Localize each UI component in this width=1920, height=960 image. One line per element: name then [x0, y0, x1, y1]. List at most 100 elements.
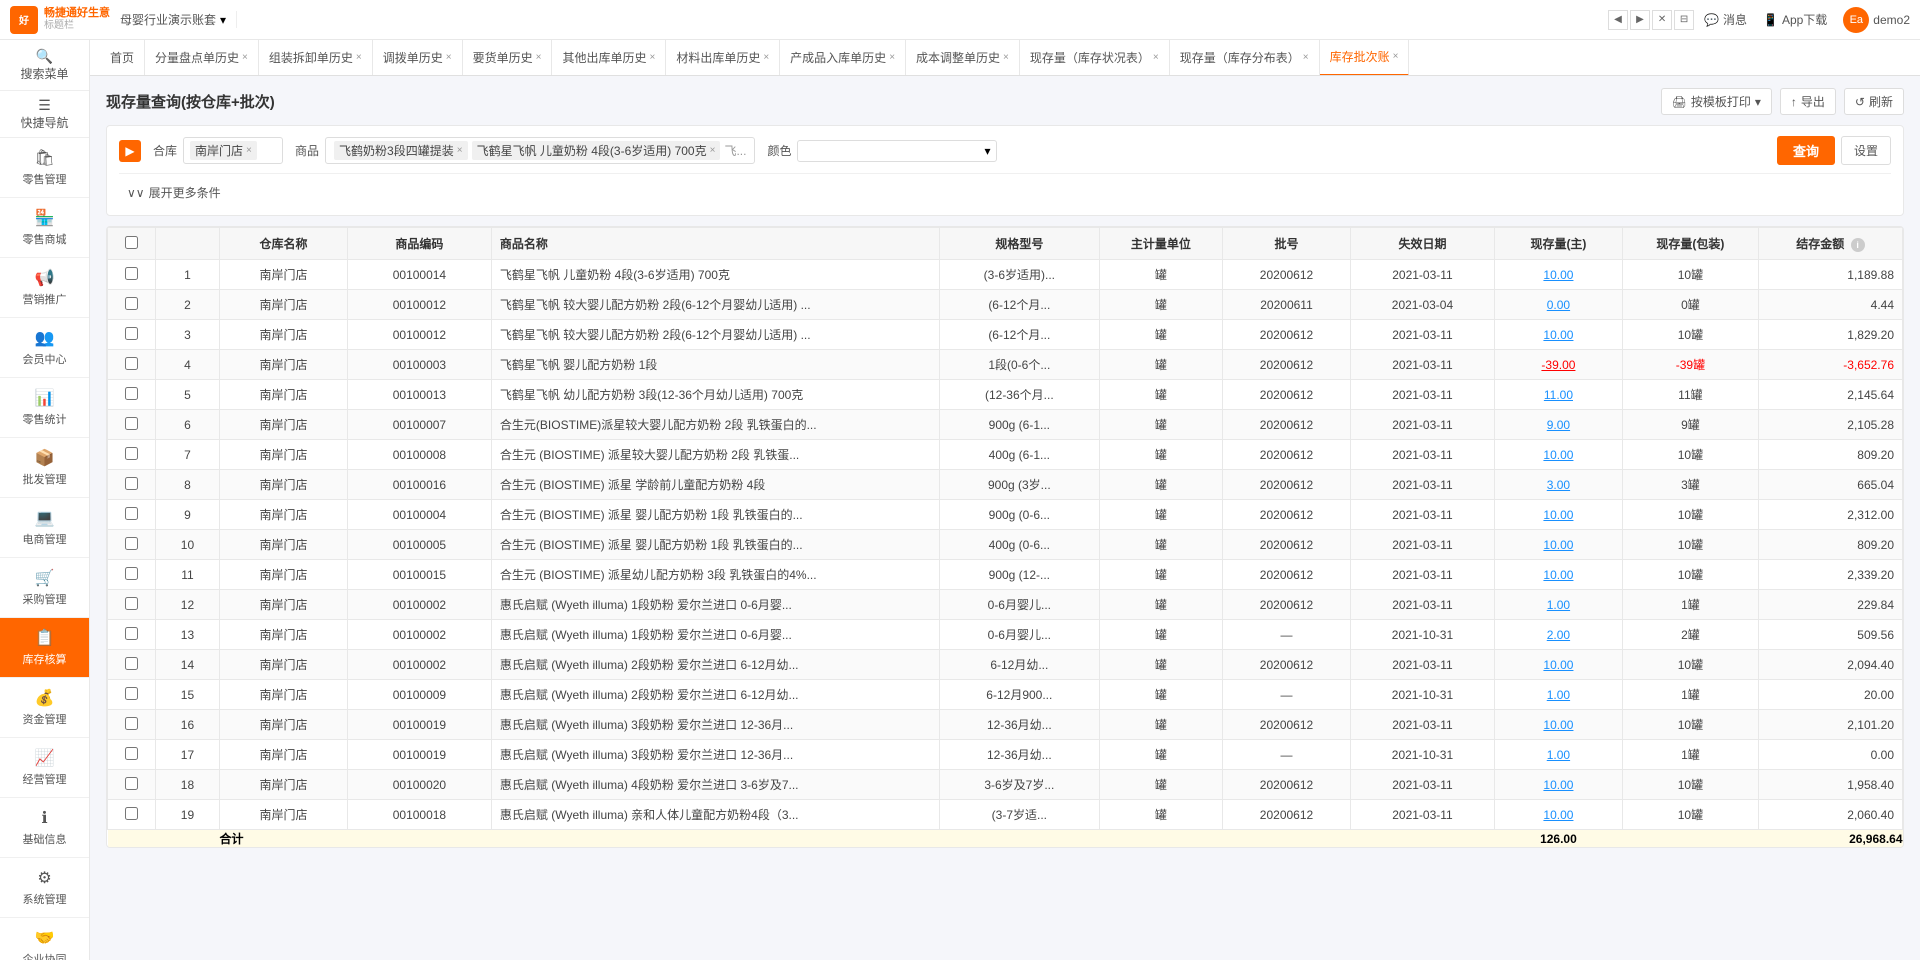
sub-tab-cailiao[interactable]: 材料出库单历史 ×	[666, 40, 780, 76]
goods-more[interactable]: 飞...	[724, 142, 746, 159]
sidebar-quick-nav[interactable]: ☰ 快捷导航	[0, 91, 89, 138]
sidebar-label-0: 零售管理	[23, 171, 67, 187]
row-balance-0: 1,189.88	[1758, 260, 1902, 290]
row-checkbox-7[interactable]	[108, 470, 156, 500]
close-qtachuku[interactable]: ×	[649, 52, 655, 63]
row-qtyp-5: 9罐	[1622, 410, 1758, 440]
sidebar-item-2[interactable]: 📢 营销推广	[0, 258, 89, 318]
tab-prev-button[interactable]: ◀	[1608, 10, 1628, 30]
table-row: 6 南岸门店 00100007 合生元(BIOSTIME)派星较大婴儿配方奶粉 …	[108, 410, 1903, 440]
message-button[interactable]: 💬 消息	[1704, 11, 1747, 28]
sub-tab-kucun[interactable]: 库存批次账 ×	[1320, 40, 1410, 76]
sidebar-item-8[interactable]: 📋 库存核算	[0, 618, 89, 678]
close-chengben[interactable]: ×	[1003, 52, 1009, 63]
close-kucun[interactable]: ×	[1393, 51, 1399, 62]
sub-tab-chancheng[interactable]: 产成品入库单历史 ×	[780, 40, 906, 76]
row-code-13: 00100002	[347, 650, 491, 680]
sub-tab-fenliang[interactable]: 分量盘点单历史 ×	[145, 40, 259, 76]
row-qtyp-3: -39罐	[1622, 350, 1758, 380]
sidebar-item-11[interactable]: ℹ 基础信息	[0, 798, 89, 858]
refresh-button[interactable]: ↺ 刷新	[1844, 88, 1904, 115]
tab-next-button[interactable]: ▶	[1630, 10, 1650, 30]
tab-close-button[interactable]: ✕	[1652, 10, 1672, 30]
sidebar-item-12[interactable]: ⚙ 系统管理	[0, 858, 89, 918]
sidebar-item-6[interactable]: 💻 电商管理	[0, 498, 89, 558]
close-cailiao[interactable]: ×	[763, 52, 769, 63]
sidebar-item-13[interactable]: 🤝 企业协同	[0, 918, 89, 960]
row-checkbox-6[interactable]	[108, 440, 156, 470]
balance-info-icon[interactable]: i	[1851, 238, 1865, 252]
close-chancheng[interactable]: ×	[889, 52, 895, 63]
row-checkbox-8[interactable]	[108, 500, 156, 530]
select-all-checkbox[interactable]	[125, 236, 138, 249]
app-download-button[interactable]: 📱 App下载	[1763, 11, 1827, 28]
row-code-1: 00100012	[347, 290, 491, 320]
remove-goods-1[interactable]: ×	[457, 145, 463, 156]
sub-tab-yaohuo[interactable]: 要货单历史 ×	[463, 40, 553, 76]
row-expire-15: 2021-03-11	[1350, 710, 1494, 740]
row-qtyp-1: 0罐	[1622, 290, 1758, 320]
remove-goods-2[interactable]: ×	[710, 145, 716, 156]
row-checkbox-16[interactable]	[108, 740, 156, 770]
row-checkbox-12[interactable]	[108, 620, 156, 650]
sub-tab-diaob[interactable]: 调拨单历史 ×	[373, 40, 463, 76]
filter-warehouse: 合库 南岸门店 ×	[153, 137, 283, 164]
sidebar-item-9[interactable]: 💰 资金管理	[0, 678, 89, 738]
export-button[interactable]: ↑ 导出	[1780, 88, 1836, 115]
goods-tag-box[interactable]: 飞鹤奶粉3段四罐提装 × 飞鹤星飞帆 儿童奶粉 4段(3-6岁适用) 700克 …	[325, 137, 755, 164]
query-button[interactable]: 查询	[1777, 136, 1835, 165]
print-button[interactable]: 🖨 按模板打印 ▾	[1661, 88, 1772, 115]
remove-warehouse-tag[interactable]: ×	[246, 145, 252, 156]
account-dropdown[interactable]: 母婴行业演示账套 ▾	[110, 11, 237, 28]
row-checkbox-10[interactable]	[108, 560, 156, 590]
sidebar-item-1[interactable]: 🏪 零售商城	[0, 198, 89, 258]
sub-tab-xiancun1[interactable]: 现存量（库存状况表） ×	[1020, 40, 1170, 76]
row-checkbox-18[interactable]	[108, 800, 156, 830]
warehouse-tag-box[interactable]: 南岸门店 ×	[183, 137, 283, 164]
row-store-5: 南岸门店	[219, 410, 347, 440]
sidebar-item-5[interactable]: 📦 批发管理	[0, 438, 89, 498]
row-checkbox-4[interactable]	[108, 380, 156, 410]
close-diaob[interactable]: ×	[446, 52, 452, 63]
settings-button[interactable]: 设置	[1841, 136, 1891, 165]
row-no-0: 1	[155, 260, 219, 290]
row-balance-12: 509.56	[1758, 620, 1902, 650]
row-checkbox-3[interactable]	[108, 350, 156, 380]
close-xiancun2[interactable]: ×	[1303, 52, 1309, 63]
row-checkbox-14[interactable]	[108, 680, 156, 710]
row-checkbox-13[interactable]	[108, 650, 156, 680]
row-checkbox-0[interactable]	[108, 260, 156, 290]
close-xiancun1[interactable]: ×	[1153, 52, 1159, 63]
row-checkbox-1[interactable]	[108, 290, 156, 320]
col-balance-header: 结存金额 i	[1758, 228, 1902, 260]
sub-tab-chengben[interactable]: 成本调整单历史 ×	[906, 40, 1020, 76]
color-tag-box[interactable]: ▾	[797, 140, 997, 162]
sub-tab-qtachuku[interactable]: 其他出库单历史 ×	[552, 40, 666, 76]
sub-tab-zuzhuang[interactable]: 组装拆卸单历史 ×	[259, 40, 373, 76]
row-checkbox-11[interactable]	[108, 590, 156, 620]
row-checkbox-9[interactable]	[108, 530, 156, 560]
row-checkbox-5[interactable]	[108, 410, 156, 440]
sidebar-item-7[interactable]: 🛒 采购管理	[0, 558, 89, 618]
row-expire-9: 2021-03-11	[1350, 530, 1494, 560]
expand-more-button[interactable]: ∨∨ 展开更多条件	[119, 180, 1891, 205]
sidebar-item-10[interactable]: 📈 经营管理	[0, 738, 89, 798]
row-name-6: 合生元 (BIOSTIME) 派星较大婴儿配方奶粉 2段 乳铁蛋...	[491, 440, 939, 470]
user-menu[interactable]: Ea demo2	[1843, 7, 1910, 33]
row-checkbox-17[interactable]	[108, 770, 156, 800]
sidebar-label-11: 基础信息	[23, 831, 67, 847]
close-zuzhuang[interactable]: ×	[356, 52, 362, 63]
sub-tab-home[interactable]: 首页	[100, 40, 145, 76]
sub-tab-xiancun2[interactable]: 现存量（库存分布表） ×	[1170, 40, 1320, 76]
sidebar-search[interactable]: 🔍 搜索菜单	[0, 40, 89, 91]
sidebar-item-0[interactable]: 🛍 零售管理	[0, 138, 89, 198]
filter-expand-arrow[interactable]: ▶	[119, 140, 141, 162]
sidebar-item-4[interactable]: 📊 零售统计	[0, 378, 89, 438]
close-yaohuo[interactable]: ×	[536, 52, 542, 63]
sidebar-icon-11: ℹ	[41, 808, 47, 828]
close-fenliang[interactable]: ×	[242, 52, 248, 63]
row-checkbox-2[interactable]	[108, 320, 156, 350]
tab-expand-button[interactable]: ⊟	[1674, 10, 1694, 30]
sidebar-item-3[interactable]: 👥 会员中心	[0, 318, 89, 378]
row-checkbox-15[interactable]	[108, 710, 156, 740]
